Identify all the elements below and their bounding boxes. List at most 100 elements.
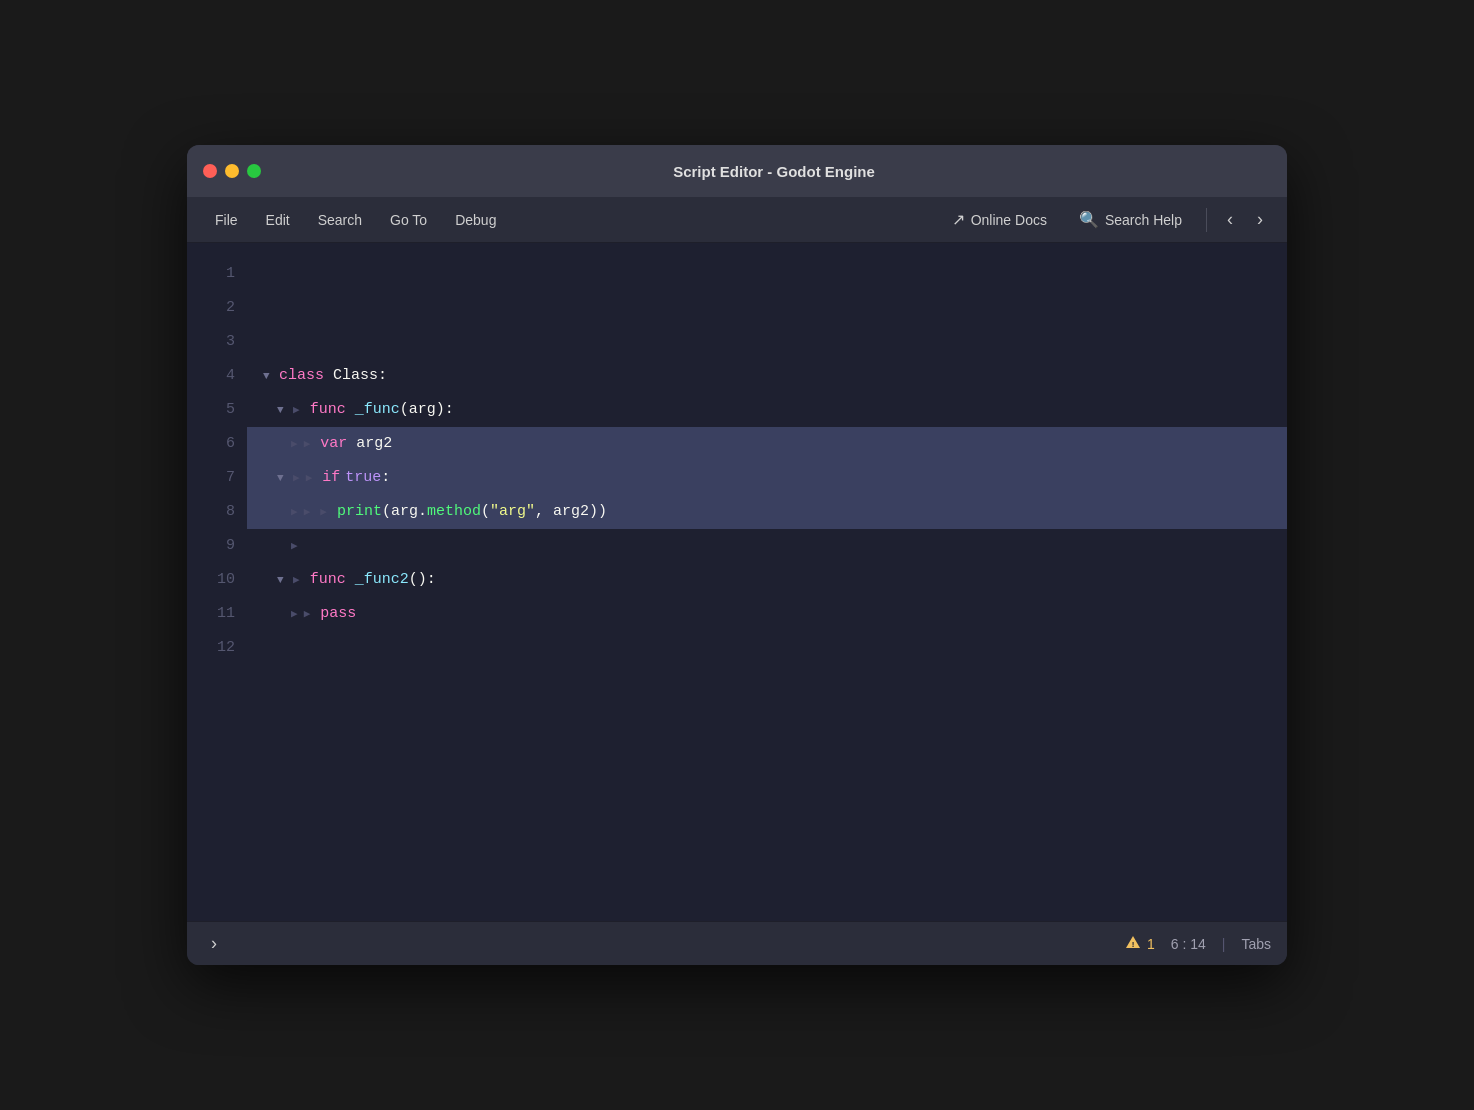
warning-badge[interactable]: ! 1	[1125, 934, 1155, 953]
line-num-1: 1	[187, 257, 235, 291]
code-line-7: ▼ ▶ ▶ if true :	[247, 461, 1287, 495]
close-button[interactable]	[203, 164, 217, 178]
line-num-8: 8	[187, 495, 235, 529]
paren-8a: (	[382, 495, 391, 529]
line-num-2: 2	[187, 291, 235, 325]
paren-close-5: ):	[436, 393, 454, 427]
arg-8: arg	[391, 495, 418, 529]
svg-text:!: !	[1132, 940, 1135, 949]
tab-indent-8a: ▶	[291, 495, 298, 529]
titlebar: Script Editor - Godot Engine	[187, 145, 1287, 197]
arg2-8: arg2	[553, 495, 589, 529]
status-left: ›	[203, 929, 225, 958]
tab-indent-8c: ▶	[320, 495, 327, 529]
menubar-right: ↗ Online Docs 🔍 Search Help ‹ ›	[940, 205, 1271, 234]
line-num-4: 4	[187, 359, 235, 393]
string-arg: "arg"	[490, 495, 535, 529]
menu-edit[interactable]: Edit	[254, 208, 302, 232]
tab-indent-6b: ▶	[304, 427, 311, 461]
status-pipe: |	[1222, 936, 1226, 952]
class-name: Class:	[324, 359, 387, 393]
nav-separator	[1206, 208, 1207, 232]
keyword-pass: pass	[320, 597, 356, 631]
keyword-if: if	[322, 461, 340, 495]
menu-search[interactable]: Search	[306, 208, 374, 232]
keyword-class: class	[279, 359, 324, 393]
doc-search-icon: 🔍	[1079, 210, 1099, 229]
nav-forward-button[interactable]: ›	[1249, 205, 1271, 234]
minimize-button[interactable]	[225, 164, 239, 178]
menu-goto[interactable]: Go To	[378, 208, 439, 232]
external-link-icon: ↗	[952, 210, 965, 229]
statusbar: › ! 1 6 : 14 | Tabs	[187, 921, 1287, 965]
paren-8c: ))	[589, 495, 607, 529]
code-line-8: ▶ ▶ ▶ print ( arg . method ( "arg" , arg…	[247, 495, 1287, 529]
tab-indent-7a: ▶	[293, 461, 300, 495]
tab-indent-7b: ▶	[306, 461, 313, 495]
paren-10: ():	[409, 563, 436, 597]
code-line-11: ▶ ▶ pass	[247, 597, 1287, 631]
code-content[interactable]: ▼ class Class: ▼ ▶ func _func ( arg ): ▶	[247, 243, 1287, 921]
maximize-button[interactable]	[247, 164, 261, 178]
code-line-3	[247, 325, 1287, 359]
window-title: Script Editor - Godot Engine	[277, 163, 1271, 180]
fold-arrow-7[interactable]: ▼	[277, 461, 291, 495]
code-line-2	[247, 291, 1287, 325]
code-line-5: ▼ ▶ func _func ( arg ):	[247, 393, 1287, 427]
dot-8: .	[418, 495, 427, 529]
indent-type: Tabs	[1241, 936, 1271, 952]
code-line-9: ▶	[247, 529, 1287, 563]
line-num-9: 9	[187, 529, 235, 563]
nav-back-button[interactable]: ‹	[1219, 205, 1241, 234]
comma-8: ,	[535, 495, 553, 529]
online-docs-button[interactable]: ↗ Online Docs	[940, 205, 1059, 234]
code-line-6: ▶ ▶ var arg2	[247, 427, 1287, 461]
method-name: method	[427, 495, 481, 529]
tab-indent-5a: ▶	[293, 393, 300, 427]
line-num-11: 11	[187, 597, 235, 631]
keyword-func-10: func	[310, 563, 346, 597]
online-docs-label: Online Docs	[971, 212, 1047, 228]
menu-file[interactable]: File	[203, 208, 250, 232]
line-num-6: 6	[187, 427, 235, 461]
tab-indent-9a: ▶	[291, 529, 298, 563]
cursor-col: 14	[1190, 936, 1206, 952]
var-arg2: arg2	[347, 427, 392, 461]
line-num-12: 12	[187, 631, 235, 665]
line-num-10: 10	[187, 563, 235, 597]
keyword-true: true	[345, 461, 381, 495]
warning-count: 1	[1147, 936, 1155, 952]
paren-5: (	[400, 393, 409, 427]
fold-arrow-5[interactable]: ▼	[277, 393, 291, 427]
fold-arrow-4[interactable]: ▼	[263, 359, 277, 393]
tab-indent-8b: ▶	[304, 495, 311, 529]
status-right: ! 1 6 : 14 | Tabs	[1125, 934, 1271, 953]
func-name-10: _func2	[346, 563, 409, 597]
warning-icon: !	[1125, 934, 1141, 950]
menubar: File Edit Search Go To Debug ↗ Online Do…	[187, 197, 1287, 243]
editor-area: 1 2 3 4 5 6 7 8 9 10 11 12 ▼ class Class…	[187, 243, 1287, 921]
line-num-3: 3	[187, 325, 235, 359]
func-name-5: _func	[346, 393, 400, 427]
colon-7: :	[381, 461, 390, 495]
tab-indent-11b: ▶	[304, 597, 311, 631]
line-numbers: 1 2 3 4 5 6 7 8 9 10 11 12	[187, 243, 247, 921]
console-toggle-button[interactable]: ›	[203, 929, 225, 958]
cursor-line: 6	[1171, 936, 1179, 952]
tab-indent-11a: ▶	[291, 597, 298, 631]
traffic-lights	[203, 164, 261, 178]
func-print: print	[337, 495, 382, 529]
main-window: Script Editor - Godot Engine File Edit S…	[187, 145, 1287, 965]
menu-debug[interactable]: Debug	[443, 208, 508, 232]
fold-arrow-10[interactable]: ▼	[277, 563, 291, 597]
line-num-7: 7	[187, 461, 235, 495]
cursor-position: 6 : 14	[1171, 936, 1206, 952]
code-line-4: ▼ class Class:	[247, 359, 1287, 393]
search-help-label: Search Help	[1105, 212, 1182, 228]
code-line-12	[247, 631, 1287, 665]
search-help-button[interactable]: 🔍 Search Help	[1067, 205, 1194, 234]
code-line-10: ▼ ▶ func _func2 ():	[247, 563, 1287, 597]
keyword-func-5: func	[310, 393, 346, 427]
param-arg: arg	[409, 393, 436, 427]
tab-indent-10a: ▶	[293, 563, 300, 597]
